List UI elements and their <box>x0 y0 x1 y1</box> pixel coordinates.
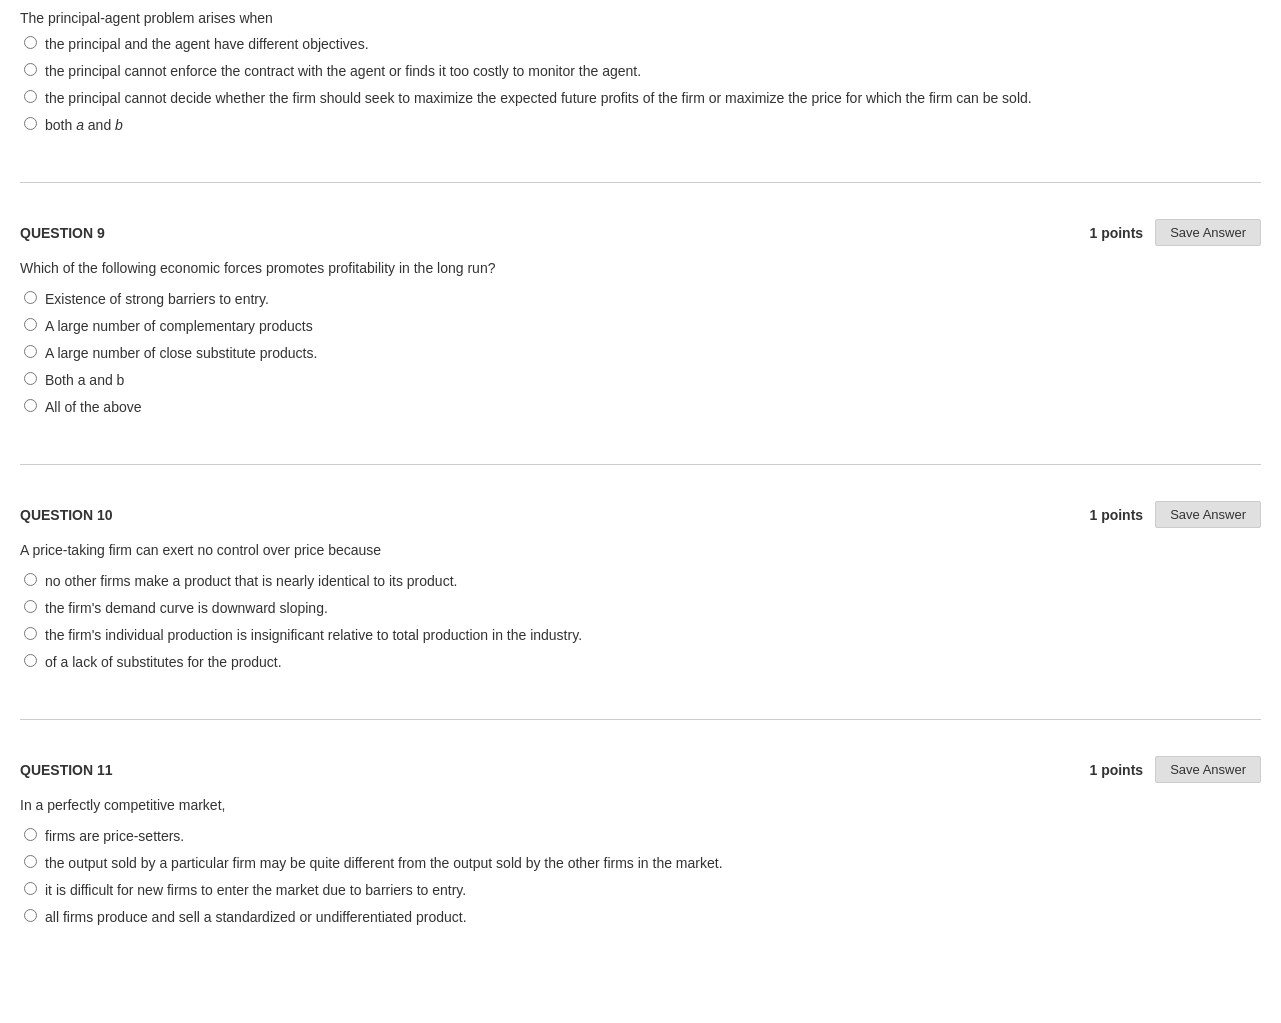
question-9-block: QUESTION 9 1 points Save Answer Which of… <box>20 203 1261 444</box>
q9-save-button[interactable]: Save Answer <box>1155 219 1261 246</box>
q11-label-d[interactable]: all firms produce and sell a standardize… <box>45 907 467 928</box>
divider-q9-q10 <box>20 464 1261 465</box>
q11-title: QUESTION 11 <box>20 762 113 778</box>
q8-intro: The principal-agent problem arises when <box>20 10 1261 26</box>
q10-save-button[interactable]: Save Answer <box>1155 501 1261 528</box>
q8-option-d[interactable]: both a and b <box>20 115 1261 136</box>
q9-label-c[interactable]: A large number of close substitute produ… <box>45 343 317 364</box>
q9-option-c[interactable]: A large number of close substitute produ… <box>20 343 1261 364</box>
q10-option-b[interactable]: the firm's demand curve is downward slop… <box>20 598 1261 619</box>
q9-body: Which of the following economic forces p… <box>20 258 1261 279</box>
question-11-block: QUESTION 11 1 points Save Answer In a pe… <box>20 740 1261 954</box>
q10-meta: 1 points Save Answer <box>1089 501 1261 528</box>
q9-radio-c[interactable] <box>24 345 37 358</box>
q11-meta: 1 points Save Answer <box>1089 756 1261 783</box>
q10-body: A price-taking firm can exert no control… <box>20 540 1261 561</box>
divider-q10-q11 <box>20 719 1261 720</box>
q8-label-d[interactable]: both a and b <box>45 115 123 136</box>
q8-option-b[interactable]: the principal cannot enforce the contrac… <box>20 61 1261 82</box>
q9-label-b[interactable]: A large number of complementary products <box>45 316 313 337</box>
q9-title: QUESTION 9 <box>20 225 105 241</box>
q9-radio-d[interactable] <box>24 372 37 385</box>
q11-radio-d[interactable] <box>24 909 37 922</box>
q10-label-d[interactable]: of a lack of substitutes for the product… <box>45 652 282 673</box>
divider-q8-q9 <box>20 182 1261 183</box>
q9-label-d[interactable]: Both a and b <box>45 370 124 391</box>
q10-header: QUESTION 10 1 points Save Answer <box>20 501 1261 528</box>
q10-radio-d[interactable] <box>24 654 37 667</box>
q10-option-d[interactable]: of a lack of substitutes for the product… <box>20 652 1261 673</box>
q11-label-c[interactable]: it is difficult for new firms to enter t… <box>45 880 466 901</box>
q8-label-a[interactable]: the principal and the agent have differe… <box>45 34 369 55</box>
q11-option-a[interactable]: firms are price-setters. <box>20 826 1261 847</box>
q11-header: QUESTION 11 1 points Save Answer <box>20 756 1261 783</box>
q11-option-b[interactable]: the output sold by a particular firm may… <box>20 853 1261 874</box>
question-10-block: QUESTION 10 1 points Save Answer A price… <box>20 485 1261 699</box>
q11-points: 1 points <box>1089 762 1143 778</box>
q9-meta: 1 points Save Answer <box>1089 219 1261 246</box>
q9-header: QUESTION 9 1 points Save Answer <box>20 219 1261 246</box>
q11-option-d[interactable]: all firms produce and sell a standardize… <box>20 907 1261 928</box>
q11-label-b[interactable]: the output sold by a particular firm may… <box>45 853 723 874</box>
q11-body: In a perfectly competitive market, <box>20 795 1261 816</box>
q9-option-e[interactable]: All of the above <box>20 397 1261 418</box>
q8-label-c[interactable]: the principal cannot decide whether the … <box>45 88 1032 109</box>
q11-save-button[interactable]: Save Answer <box>1155 756 1261 783</box>
q10-radio-c[interactable] <box>24 627 37 640</box>
q8-option-a[interactable]: the principal and the agent have differe… <box>20 34 1261 55</box>
q11-radio-b[interactable] <box>24 855 37 868</box>
q9-option-a[interactable]: Existence of strong barriers to entry. <box>20 289 1261 310</box>
q9-option-d[interactable]: Both a and b <box>20 370 1261 391</box>
q10-radio-a[interactable] <box>24 573 37 586</box>
q9-option-b[interactable]: A large number of complementary products <box>20 316 1261 337</box>
q9-radio-a[interactable] <box>24 291 37 304</box>
q11-label-a[interactable]: firms are price-setters. <box>45 826 184 847</box>
q9-points: 1 points <box>1089 225 1143 241</box>
q8-radio-c[interactable] <box>24 90 37 103</box>
q10-points: 1 points <box>1089 507 1143 523</box>
q8-label-b[interactable]: the principal cannot enforce the contrac… <box>45 61 641 82</box>
q10-radio-b[interactable] <box>24 600 37 613</box>
q10-label-b[interactable]: the firm's demand curve is downward slop… <box>45 598 328 619</box>
q8-radio-b[interactable] <box>24 63 37 76</box>
q10-option-a[interactable]: no other firms make a product that is ne… <box>20 571 1261 592</box>
q8-radio-a[interactable] <box>24 36 37 49</box>
q9-label-e[interactable]: All of the above <box>45 397 142 418</box>
q8-option-c[interactable]: the principal cannot decide whether the … <box>20 88 1261 109</box>
q11-radio-c[interactable] <box>24 882 37 895</box>
q9-radio-b[interactable] <box>24 318 37 331</box>
q9-radio-e[interactable] <box>24 399 37 412</box>
q10-option-c[interactable]: the firm's individual production is insi… <box>20 625 1261 646</box>
q10-label-c[interactable]: the firm's individual production is insi… <box>45 625 582 646</box>
q8-radio-d[interactable] <box>24 117 37 130</box>
q9-label-a[interactable]: Existence of strong barriers to entry. <box>45 289 269 310</box>
q10-label-a[interactable]: no other firms make a product that is ne… <box>45 571 457 592</box>
q11-option-c[interactable]: it is difficult for new firms to enter t… <box>20 880 1261 901</box>
q11-radio-a[interactable] <box>24 828 37 841</box>
q10-title: QUESTION 10 <box>20 507 113 523</box>
question-8-partial: The principal-agent problem arises when … <box>20 0 1261 162</box>
